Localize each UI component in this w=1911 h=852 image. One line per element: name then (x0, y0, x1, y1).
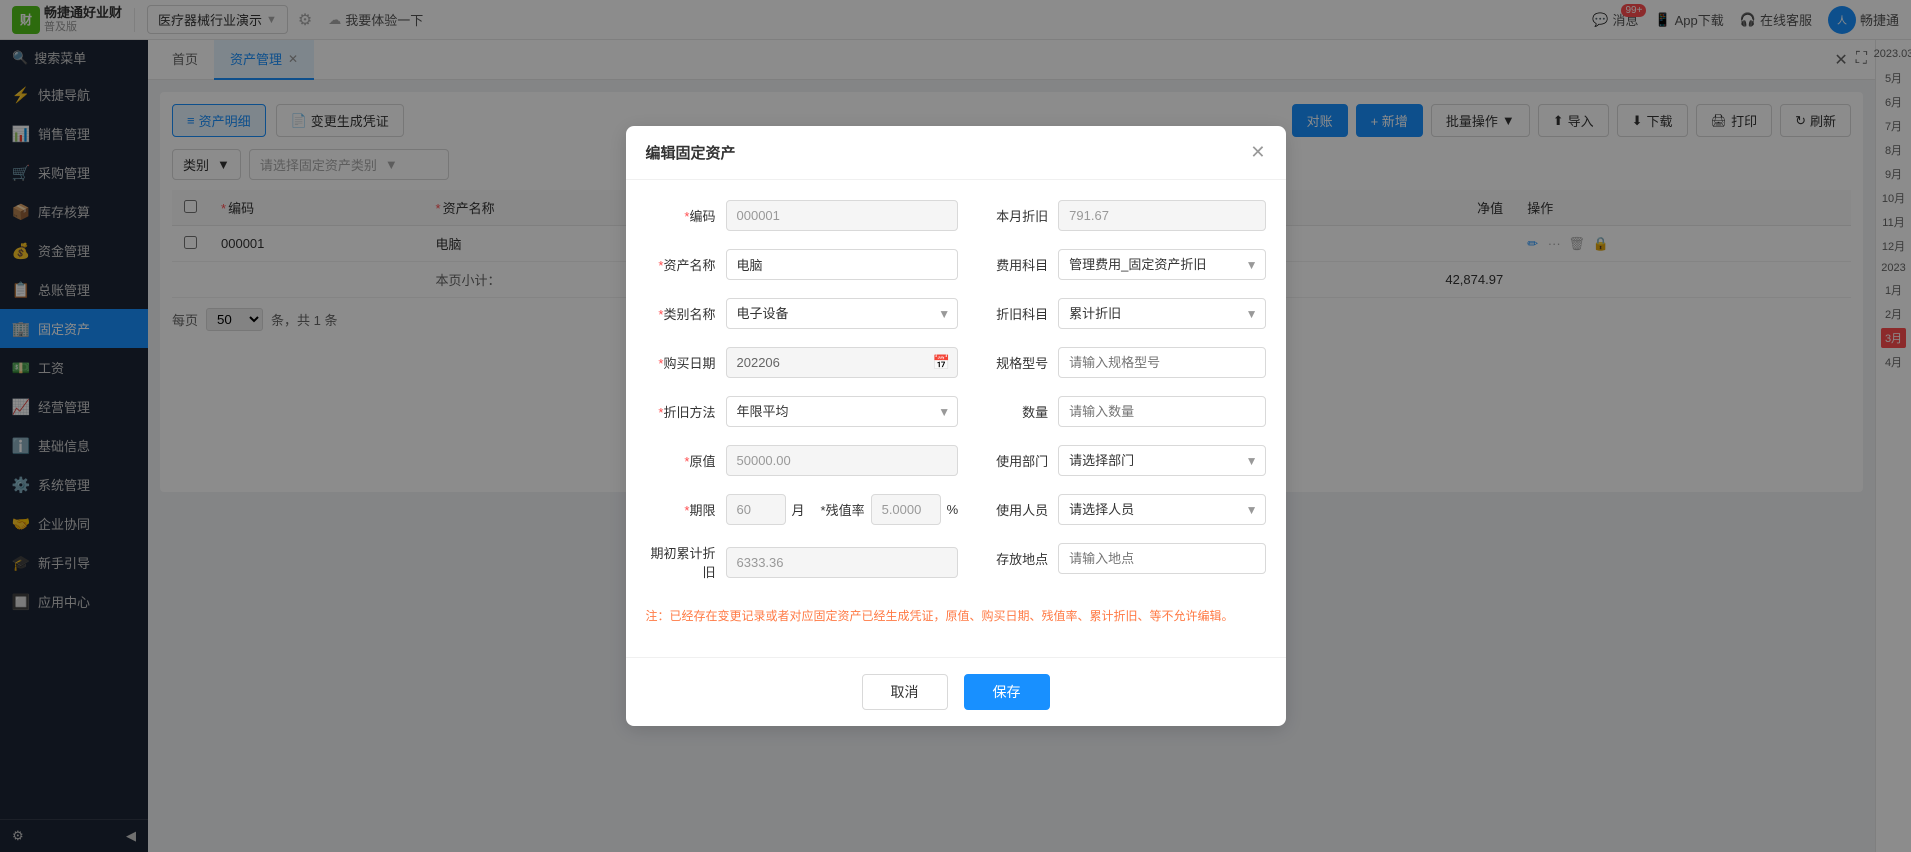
form-right-col: 本月折旧 费用科目 管理费用_固定资产折旧 ▼ (958, 200, 1265, 599)
form-row-category: *类别名称 电子设备 ▼ (646, 298, 959, 329)
quantity-label: 数量 (978, 402, 1058, 421)
dep-method-select-wrap: 年限平均 ▼ (726, 396, 959, 427)
category-label: *类别名称 (646, 304, 726, 323)
period-input[interactable] (726, 494, 786, 525)
period-unit: 月 (792, 500, 805, 519)
residual-rate-unit: % (947, 502, 959, 517)
modal-note: 注：已经存在变更记录或者对应固定资产已经生成凭证，原值、购买日期、残值率、累计折… (646, 599, 1266, 637)
dept-label: 使用部门 (978, 451, 1058, 470)
original-value-label: *原值 (646, 451, 726, 470)
form-row-spec: 规格型号 (978, 347, 1265, 378)
form-row-expense-subject: 费用科目 管理费用_固定资产折旧 ▼ (978, 249, 1265, 280)
form-row-code: *编码 (646, 200, 959, 231)
person-select-wrap: 请选择人员 ▼ (1058, 494, 1265, 525)
modal-overlay: 编辑固定资产 ✕ *编码 *资产名称 (0, 0, 1911, 852)
code-label: *编码 (646, 206, 726, 225)
location-input[interactable] (1058, 543, 1265, 574)
quantity-input[interactable] (1058, 396, 1265, 427)
dep-subject-select[interactable]: 累计折旧 (1058, 298, 1265, 329)
dep-subject-select-wrap: 累计折旧 ▼ (1058, 298, 1265, 329)
purchase-date-wrap: 📅 (726, 347, 959, 378)
dep-method-label: *折旧方法 (646, 402, 726, 421)
calendar-icon: 📅 (933, 354, 950, 371)
form-row-original-value: *原值 (646, 445, 959, 476)
purchase-date-input[interactable] (726, 347, 959, 378)
modal-close-btn[interactable]: ✕ (1250, 142, 1265, 163)
form-row-person: 使用人员 请选择人员 ▼ (978, 494, 1265, 525)
purchase-date-label: *购买日期 (646, 353, 726, 372)
edit-asset-modal: 编辑固定资产 ✕ *编码 *资产名称 (626, 126, 1286, 726)
original-value-input[interactable] (726, 445, 959, 476)
initial-dep-label: 期初累计折旧 (646, 543, 726, 581)
residual-rate-label: *残值率 (821, 500, 865, 519)
cancel-btn[interactable]: 取消 (862, 674, 948, 710)
form-row-quantity: 数量 (978, 396, 1265, 427)
dep-method-select[interactable]: 年限平均 (726, 396, 959, 427)
spec-label: 规格型号 (978, 353, 1058, 372)
period-inline: 月 *残值率 % (726, 494, 959, 525)
expense-subject-label: 费用科目 (978, 255, 1058, 274)
person-label: 使用人员 (978, 500, 1058, 519)
form-grid: *编码 *资产名称 *类别名称 (646, 200, 1266, 599)
initial-dep-input[interactable] (726, 547, 959, 578)
form-row-initial-dep: 期初累计折旧 (646, 543, 959, 581)
dept-select[interactable]: 请选择部门 (1058, 445, 1265, 476)
form-row-period: *期限 月 *残值率 % (646, 494, 959, 525)
form-row-current-dep: 本月折旧 (978, 200, 1265, 231)
person-select[interactable]: 请选择人员 (1058, 494, 1265, 525)
asset-name-label: *资产名称 (646, 255, 726, 274)
code-input[interactable] (726, 200, 959, 231)
current-dep-input[interactable] (1058, 200, 1265, 231)
form-row-location: 存放地点 (978, 543, 1265, 574)
category-select-wrap: 电子设备 ▼ (726, 298, 959, 329)
modal-title: 编辑固定资产 (646, 142, 736, 163)
category-select[interactable]: 电子设备 (726, 298, 959, 329)
form-row-dep-subject: 折旧科目 累计折旧 ▼ (978, 298, 1265, 329)
modal-body: *编码 *资产名称 *类别名称 (626, 180, 1286, 657)
residual-rate-input[interactable] (871, 494, 941, 525)
current-dep-label: 本月折旧 (978, 206, 1058, 225)
expense-subject-select-wrap: 管理费用_固定资产折旧 ▼ (1058, 249, 1265, 280)
dep-subject-label: 折旧科目 (978, 304, 1058, 323)
form-left-col: *编码 *资产名称 *类别名称 (646, 200, 959, 599)
form-row-asset-name: *资产名称 (646, 249, 959, 280)
save-btn[interactable]: 保存 (964, 674, 1050, 710)
modal-header: 编辑固定资产 ✕ (626, 126, 1286, 180)
location-label: 存放地点 (978, 549, 1058, 568)
form-row-purchase-date: *购买日期 📅 (646, 347, 959, 378)
expense-subject-select[interactable]: 管理费用_固定资产折旧 (1058, 249, 1265, 280)
dept-select-wrap: 请选择部门 ▼ (1058, 445, 1265, 476)
form-row-dep-method: *折旧方法 年限平均 ▼ (646, 396, 959, 427)
asset-name-input[interactable] (726, 249, 959, 280)
form-row-dept: 使用部门 请选择部门 ▼ (978, 445, 1265, 476)
modal-footer: 取消 保存 (626, 657, 1286, 726)
spec-input[interactable] (1058, 347, 1265, 378)
period-label: *期限 (646, 500, 726, 519)
